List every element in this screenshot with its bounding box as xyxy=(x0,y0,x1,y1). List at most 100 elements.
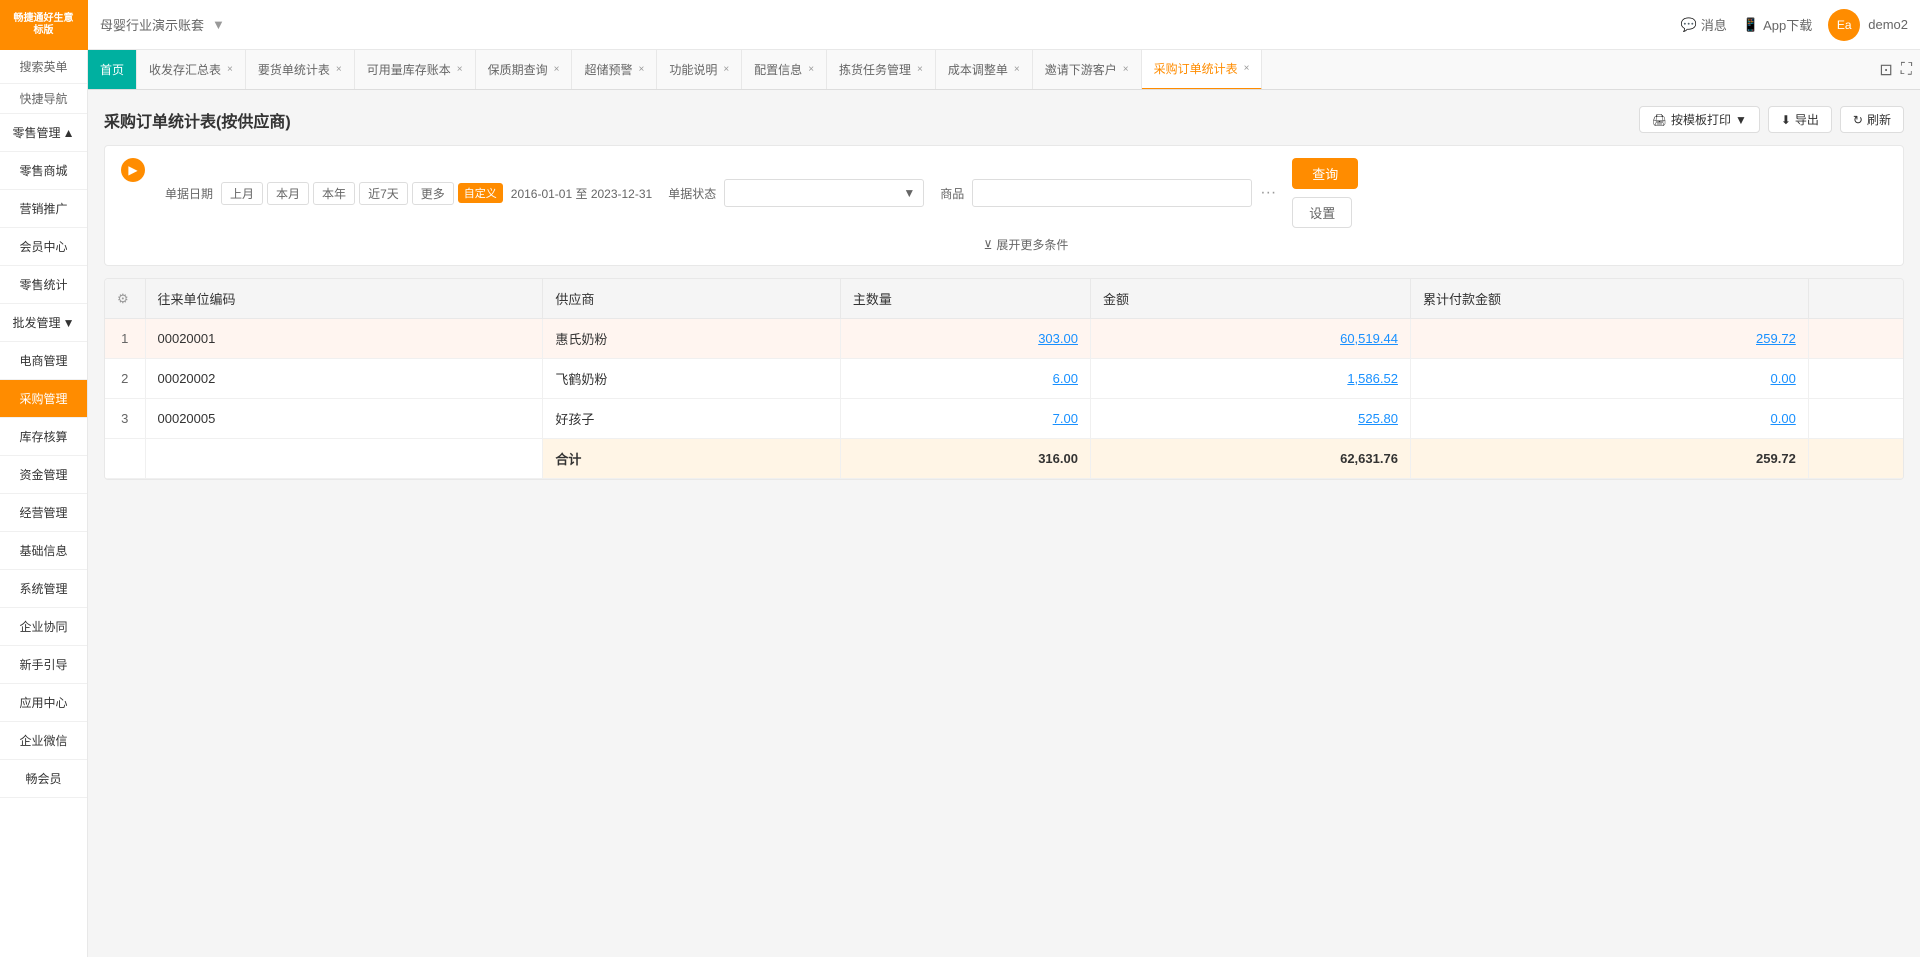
tab-close-inventory-book[interactable]: × xyxy=(457,64,463,75)
tab-overstock[interactable]: 超储预警 × xyxy=(572,50,657,90)
row-quantity-2[interactable]: 6.00 xyxy=(840,359,1090,399)
row-extra-2 xyxy=(1808,359,1903,399)
tab-purchase-stats[interactable]: 采购订单统计表 × xyxy=(1142,50,1263,90)
sidebar-item-member[interactable]: 会员中心 xyxy=(0,228,87,266)
sidebar-item-enterprise[interactable]: 企业协同 xyxy=(0,608,87,646)
workspace-dropdown-icon[interactable]: ▼ xyxy=(212,17,225,32)
tab-close-invite-customer[interactable]: × xyxy=(1123,64,1129,75)
row-quantity-1[interactable]: 303.00 xyxy=(840,319,1090,359)
page-actions: 🖨 按模板打印 ▼ ⬇ 导出 ↻ 刷新 xyxy=(1639,106,1904,133)
toggle-arrow[interactable]: ▶ xyxy=(121,158,145,182)
tab-cost-adjust[interactable]: 成本调整单 × xyxy=(936,50,1033,90)
col-extra xyxy=(1808,279,1903,319)
sidebar-item-ecommerce[interactable]: 电商管理 xyxy=(0,342,87,380)
settings-button[interactable]: 设置 xyxy=(1292,197,1352,228)
sidebar-item-member2[interactable]: 畅会员 xyxy=(0,760,87,798)
row-num-2: 2 xyxy=(105,359,145,399)
row-paid-1[interactable]: 259.72 xyxy=(1410,319,1808,359)
sidebar-item-marketing[interactable]: 营销推广 xyxy=(0,190,87,228)
user-avatar[interactable]: Ea demo2 xyxy=(1828,9,1908,41)
settings-icon[interactable]: ⚙ xyxy=(117,291,129,306)
tab-home[interactable]: 首页 xyxy=(88,50,137,90)
row-num-1: 1 xyxy=(105,319,145,359)
sidebar-item-retail-shop[interactable]: 零售商城 xyxy=(0,152,87,190)
tab-close-receive-pay[interactable]: × xyxy=(227,64,233,75)
tab-shelf-life[interactable]: 保质期查询 × xyxy=(476,50,573,90)
row-paid-2[interactable]: 0.00 xyxy=(1410,359,1808,399)
tab-close-shelf-life[interactable]: × xyxy=(554,64,560,75)
date-btn-this-month[interactable]: 本月 xyxy=(267,182,309,205)
refresh-icon: ↻ xyxy=(1853,113,1863,127)
print-button[interactable]: 🖨 按模板打印 ▼ xyxy=(1639,106,1760,133)
expand-button[interactable]: ⊻ 展开更多条件 xyxy=(984,236,1069,253)
tab-inventory-book[interactable]: 可用量库存账本 × xyxy=(355,50,476,90)
sidebar-item-guide[interactable]: 新手引导 xyxy=(0,646,87,684)
tab-invite-customer[interactable]: 邀请下游客户 × xyxy=(1033,50,1142,90)
row-quantity-3[interactable]: 7.00 xyxy=(840,399,1090,439)
sidebar-item-operation[interactable]: 经营管理 xyxy=(0,494,87,532)
goods-input[interactable] xyxy=(972,179,1252,207)
logo-text: 畅捷通好生意 标版 xyxy=(14,13,74,37)
filter-more: ⊻ 展开更多条件 xyxy=(165,236,1887,253)
page-title: 采购订单统计表(按供应商) xyxy=(104,108,291,132)
tab-goods-stats[interactable]: 要货单统计表 × xyxy=(246,50,355,90)
row-code-1: 00020001 xyxy=(145,319,543,359)
row-amount-3[interactable]: 525.80 xyxy=(1090,399,1410,439)
table-footer-row: 合计 316.00 62,631.76 259.72 xyxy=(105,439,1903,479)
tab-close-task-mgmt[interactable]: × xyxy=(917,64,923,75)
footer-label: 合计 xyxy=(543,439,840,479)
tab-close-goods-stats[interactable]: × xyxy=(336,64,342,75)
sidebar-item-inventory[interactable]: 库存核算 xyxy=(0,418,87,456)
sidebar-item-basic-info[interactable]: 基础信息 xyxy=(0,532,87,570)
sidebar-item-quick-nav[interactable]: 快捷导航 xyxy=(0,84,87,114)
status-filter: 单据状态 ▼ xyxy=(668,179,924,207)
date-btn-this-year[interactable]: 本年 xyxy=(313,182,355,205)
tab-fullscreen-icon[interactable]: ⛶ xyxy=(1901,61,1912,79)
sidebar-item-retail-stats[interactable]: 零售统计 xyxy=(0,266,87,304)
goods-filter: 商品 ··· xyxy=(940,179,1276,207)
tab-bar: 首页 收发存汇总表 × 要货单统计表 × 可用量库存账本 × 保质期查询 × 超… xyxy=(88,50,1920,90)
goods-more-icon[interactable]: ··· xyxy=(1260,184,1276,202)
sidebar-item-wechat[interactable]: 企业微信 xyxy=(0,722,87,760)
col-paid: 累计付款金额 xyxy=(1410,279,1808,319)
tab-func-desc[interactable]: 功能说明 × xyxy=(657,50,742,90)
sidebar-item-app-center[interactable]: 应用中心 xyxy=(0,684,87,722)
tab-close-cost-adjust[interactable]: × xyxy=(1014,64,1020,75)
footer-amount: 62,631.76 xyxy=(1090,439,1410,479)
export-button[interactable]: ⬇ 导出 xyxy=(1768,106,1832,133)
tab-close-purchase-stats[interactable]: × xyxy=(1244,63,1250,74)
main-area: 母婴行业演示账套 ▼ 💬 消息 📱 App下载 Ea demo2 首页 xyxy=(88,0,1920,957)
sidebar-item-purchase[interactable]: 采购管理 xyxy=(0,380,87,418)
sidebar-item-wholesale[interactable]: 批发管理 ▼ xyxy=(0,304,87,342)
tab-task-mgmt[interactable]: 拣货任务管理 × xyxy=(827,50,936,90)
query-button[interactable]: 查询 xyxy=(1292,158,1358,189)
status-select[interactable]: ▼ xyxy=(724,179,924,207)
header-left: 母婴行业演示账套 ▼ xyxy=(100,15,225,34)
row-num-3: 3 xyxy=(105,399,145,439)
row-paid-3[interactable]: 0.00 xyxy=(1410,399,1808,439)
message-btn[interactable]: 💬 消息 xyxy=(1681,15,1727,34)
app-download-btn[interactable]: 📱 App下载 xyxy=(1743,15,1812,34)
tab-close-func-desc[interactable]: × xyxy=(723,64,729,75)
row-supplier-3: 好孩子 xyxy=(543,399,840,439)
tab-receive-pay[interactable]: 收发存汇总表 × xyxy=(137,50,246,90)
sidebar-item-search[interactable]: 搜索英单 xyxy=(0,50,87,84)
date-btn-7days[interactable]: 近7天 xyxy=(359,182,408,205)
tab-config-info[interactable]: 配置信息 × xyxy=(742,50,827,90)
col-settings: ⚙ xyxy=(105,279,145,319)
date-btn-last-month[interactable]: 上月 xyxy=(221,182,263,205)
sidebar-item-finance[interactable]: 资金管理 xyxy=(0,456,87,494)
tab-restore-icon[interactable]: ⊡ xyxy=(1879,60,1892,80)
row-code-3: 00020005 xyxy=(145,399,543,439)
tab-close-config-info[interactable]: × xyxy=(808,64,814,75)
sidebar-item-system[interactable]: 系统管理 xyxy=(0,570,87,608)
date-btn-more[interactable]: 更多 xyxy=(412,182,454,205)
refresh-button[interactable]: ↻ 刷新 xyxy=(1840,106,1904,133)
page-title-bar: 采购订单统计表(按供应商) 🖨 按模板打印 ▼ ⬇ 导出 ↻ 刷新 xyxy=(104,106,1904,133)
sidebar-item-retail-mgmt[interactable]: 零售管理 ▲ xyxy=(0,114,87,152)
row-amount-2[interactable]: 1,586.52 xyxy=(1090,359,1410,399)
tab-close-overstock[interactable]: × xyxy=(638,64,644,75)
header-right: 💬 消息 📱 App下载 Ea demo2 xyxy=(1681,9,1908,41)
row-code-2: 00020002 xyxy=(145,359,543,399)
row-amount-1[interactable]: 60,519.44 xyxy=(1090,319,1410,359)
